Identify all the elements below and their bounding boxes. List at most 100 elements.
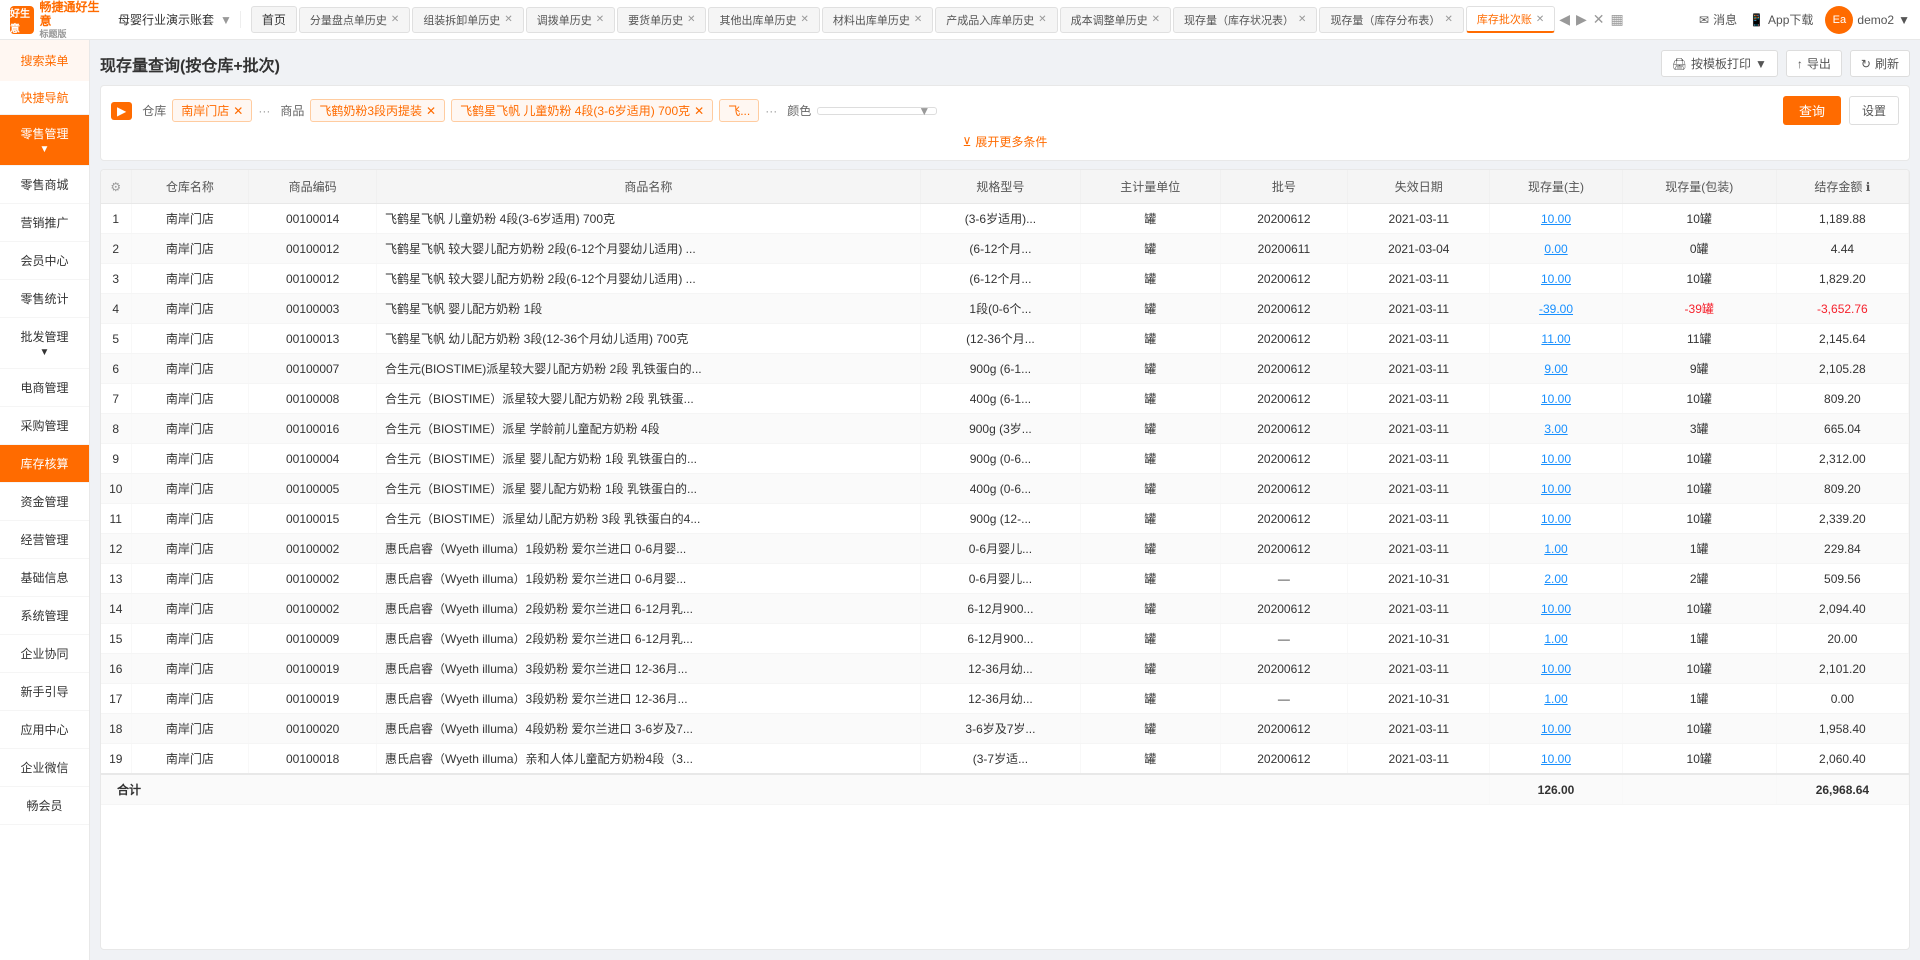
warehouse-dots[interactable]: ··· [258, 104, 270, 118]
export-btn[interactable]: ↑ 导出 [1786, 50, 1842, 77]
tab-close[interactable]: ✕ [1444, 14, 1452, 25]
tab-yao-huo[interactable]: 要货单历史 ✕ [617, 7, 706, 33]
expand-more-btn[interactable]: ⊻ 展开更多条件 [963, 133, 1048, 150]
app-download-btn[interactable]: 📱 App下载 [1749, 11, 1813, 28]
row-unit: 罐 [1081, 534, 1221, 564]
sidebar-item-member[interactable]: 会员中心 [0, 242, 89, 280]
inventory-table: ⚙ 仓库名称 商品编码 商品名称 规格型号 主计量单位 批号 失效日期 现存量(… [101, 170, 1909, 805]
tab-menu-btn[interactable]: ▦ [1609, 9, 1626, 30]
sidebar-item-ecommerce[interactable]: 电商管理 [0, 369, 89, 407]
chevron-down-icon: ▼ [918, 104, 930, 118]
product-tag-3[interactable]: 飞... [719, 99, 759, 122]
settings-icon[interactable]: ⚙ [110, 180, 121, 194]
message-btn[interactable]: ✉ 消息 [1699, 11, 1737, 28]
product-tag-1[interactable]: 飞鹤奶粉3段丙提装 ✕ [310, 99, 445, 122]
tab-close[interactable]: ✕ [1152, 14, 1160, 25]
shortcut-nav-btn[interactable]: 快捷导航 [0, 81, 89, 115]
sidebar-item-operations[interactable]: 经营管理 [0, 521, 89, 559]
account-selector[interactable]: 母婴行业演示账套 ▼ [110, 11, 241, 28]
row-amount: 229.84 [1776, 534, 1908, 564]
row-name: 飞鹤星飞帆 幼儿配方奶粉 3段(12-36个月幼儿适用) 700克 [376, 324, 920, 354]
row-num: 4 [101, 294, 131, 324]
tab-close[interactable]: ✕ [1298, 14, 1306, 25]
table-row: 7南岸门店00100008合生元（BIOSTIME）派星较大婴儿配方奶粉 2段 … [101, 384, 1909, 414]
row-code: 00100013 [249, 324, 377, 354]
tab-tiao-bo[interactable]: 调拨单历史 ✕ [526, 7, 615, 33]
sidebar-item-retail-mgmt[interactable]: 零售管理 ▼ [0, 115, 89, 166]
tab-next-btn[interactable]: ▶ [1574, 9, 1589, 30]
sidebar-item-wecom[interactable]: 企业微信 [0, 749, 89, 787]
tab-close[interactable]: ✕ [914, 14, 922, 25]
tab-stock-status[interactable]: 现存量（库存状况表） ✕ [1173, 7, 1317, 33]
chevron-down-icon: ▼ [40, 347, 50, 358]
sidebar-item-marketing[interactable]: 营销推广 [0, 204, 89, 242]
sidebar-item-retail-mall[interactable]: 零售商城 [0, 166, 89, 204]
tab-stock-batch[interactable]: 库存批次账 ✕ [1466, 6, 1555, 33]
user-area[interactable]: Ea demo2 ▼ [1825, 6, 1910, 34]
sidebar-item-system[interactable]: 系统管理 [0, 597, 89, 635]
col-settings-header[interactable]: ⚙ [101, 170, 131, 204]
main-layout: 搜索菜单 快捷导航 零售管理 ▼ 零售商城 营销推广 会员中心 零售统计 批发管… [0, 40, 1920, 960]
tab-close[interactable]: ✕ [391, 14, 399, 25]
filter-expand-side-btn[interactable]: ▶ [111, 102, 132, 120]
product-tag-2[interactable]: 飞鹤星飞帆 儿童奶粉 4段(3-6岁适用) 700克 ✕ [451, 99, 713, 122]
tab-close[interactable]: ✕ [1536, 14, 1544, 25]
setting-btn[interactable]: 设置 [1849, 96, 1899, 125]
print-btn[interactable]: 🖨 按模板打印 ▼ [1661, 50, 1778, 77]
row-warehouse: 南岸门店 [131, 384, 249, 414]
tab-close[interactable]: ✕ [504, 14, 512, 25]
color-input[interactable]: ▼ [817, 107, 937, 115]
tab-close[interactable]: ✕ [800, 14, 808, 25]
product-tag-1-close[interactable]: ✕ [426, 104, 436, 118]
col-expire-header: 失效日期 [1348, 170, 1490, 204]
sidebar-item-basic-info[interactable]: 基础信息 [0, 559, 89, 597]
tab-material-out[interactable]: 材料出库单历史 ✕ [822, 7, 933, 33]
row-unit: 罐 [1081, 594, 1221, 624]
tab-product-in[interactable]: 产成品入库单历史 ✕ [935, 7, 1057, 33]
tab-zu-zhuang[interactable]: 组装拆卸单历史 ✕ [412, 7, 523, 33]
sidebar-item-wholesale[interactable]: 批发管理 ▼ [0, 318, 89, 369]
tab-close[interactable]: ✕ [596, 14, 604, 25]
row-amount: 809.20 [1776, 384, 1908, 414]
sidebar-item-inventory[interactable]: 库存核算 [0, 445, 89, 483]
logo-icon: 好生意 [10, 6, 34, 34]
row-qty-main: 10.00 [1490, 504, 1622, 534]
row-warehouse: 南岸门店 [131, 714, 249, 744]
query-btn[interactable]: 查询 [1783, 96, 1841, 125]
sidebar-item-guide[interactable]: 新手引导 [0, 673, 89, 711]
sidebar-item-purchase[interactable]: 采购管理 [0, 407, 89, 445]
tab-prev-btn[interactable]: ◀ [1557, 9, 1572, 30]
search-menu-btn[interactable]: 搜索菜单 [6, 48, 83, 73]
tab-close[interactable]: ✕ [687, 14, 695, 25]
row-batch: 20200612 [1220, 474, 1348, 504]
tab-fen-liang[interactable]: 分量盘点单历史 ✕ [299, 7, 410, 33]
col-unit-header: 主计量单位 [1081, 170, 1221, 204]
row-amount: 509.56 [1776, 564, 1908, 594]
sidebar-item-app-center[interactable]: 应用中心 [0, 711, 89, 749]
tab-close[interactable]: ✕ [1038, 14, 1046, 25]
sidebar-item-member2[interactable]: 畅会员 [0, 787, 89, 825]
row-num: 9 [101, 444, 131, 474]
row-name: 惠氏启睿（Wyeth illuma）3段奶粉 爱尔兰进口 12-36月... [376, 684, 920, 714]
row-spec: 0-6月婴儿... [920, 534, 1080, 564]
row-batch: — [1220, 564, 1348, 594]
sidebar-item-enterprise[interactable]: 企业协同 [0, 635, 89, 673]
filter-buttons: 查询 设置 [1783, 96, 1899, 125]
tab-stock-dist[interactable]: 现存量（库存分布表） ✕ [1319, 7, 1463, 33]
tab-home[interactable]: 首页 [251, 6, 297, 33]
tab-close-btn[interactable]: ✕ [1591, 9, 1607, 30]
warehouse-tag-close[interactable]: ✕ [233, 104, 243, 118]
sidebar-item-finance[interactable]: 资金管理 [0, 483, 89, 521]
product-dots[interactable]: ··· [765, 104, 777, 118]
row-code: 00100007 [249, 354, 377, 384]
row-batch: 20200612 [1220, 444, 1348, 474]
product-tag-2-close[interactable]: ✕ [694, 104, 704, 118]
sidebar-item-retail-stats[interactable]: 零售统计 [0, 280, 89, 318]
row-warehouse: 南岸门店 [131, 234, 249, 264]
tab-cost-adjust[interactable]: 成本调整单历史 ✕ [1060, 7, 1171, 33]
tab-other-out[interactable]: 其他出库单历史 ✕ [708, 7, 819, 33]
refresh-btn[interactable]: ↻ 刷新 [1850, 50, 1910, 77]
warehouse-tag[interactable]: 南岸门店 ✕ [172, 99, 252, 122]
row-amount: -3,652.76 [1776, 294, 1908, 324]
table-row: 15南岸门店00100009惠氏启睿（Wyeth illuma）2段奶粉 爱尔兰… [101, 624, 1909, 654]
